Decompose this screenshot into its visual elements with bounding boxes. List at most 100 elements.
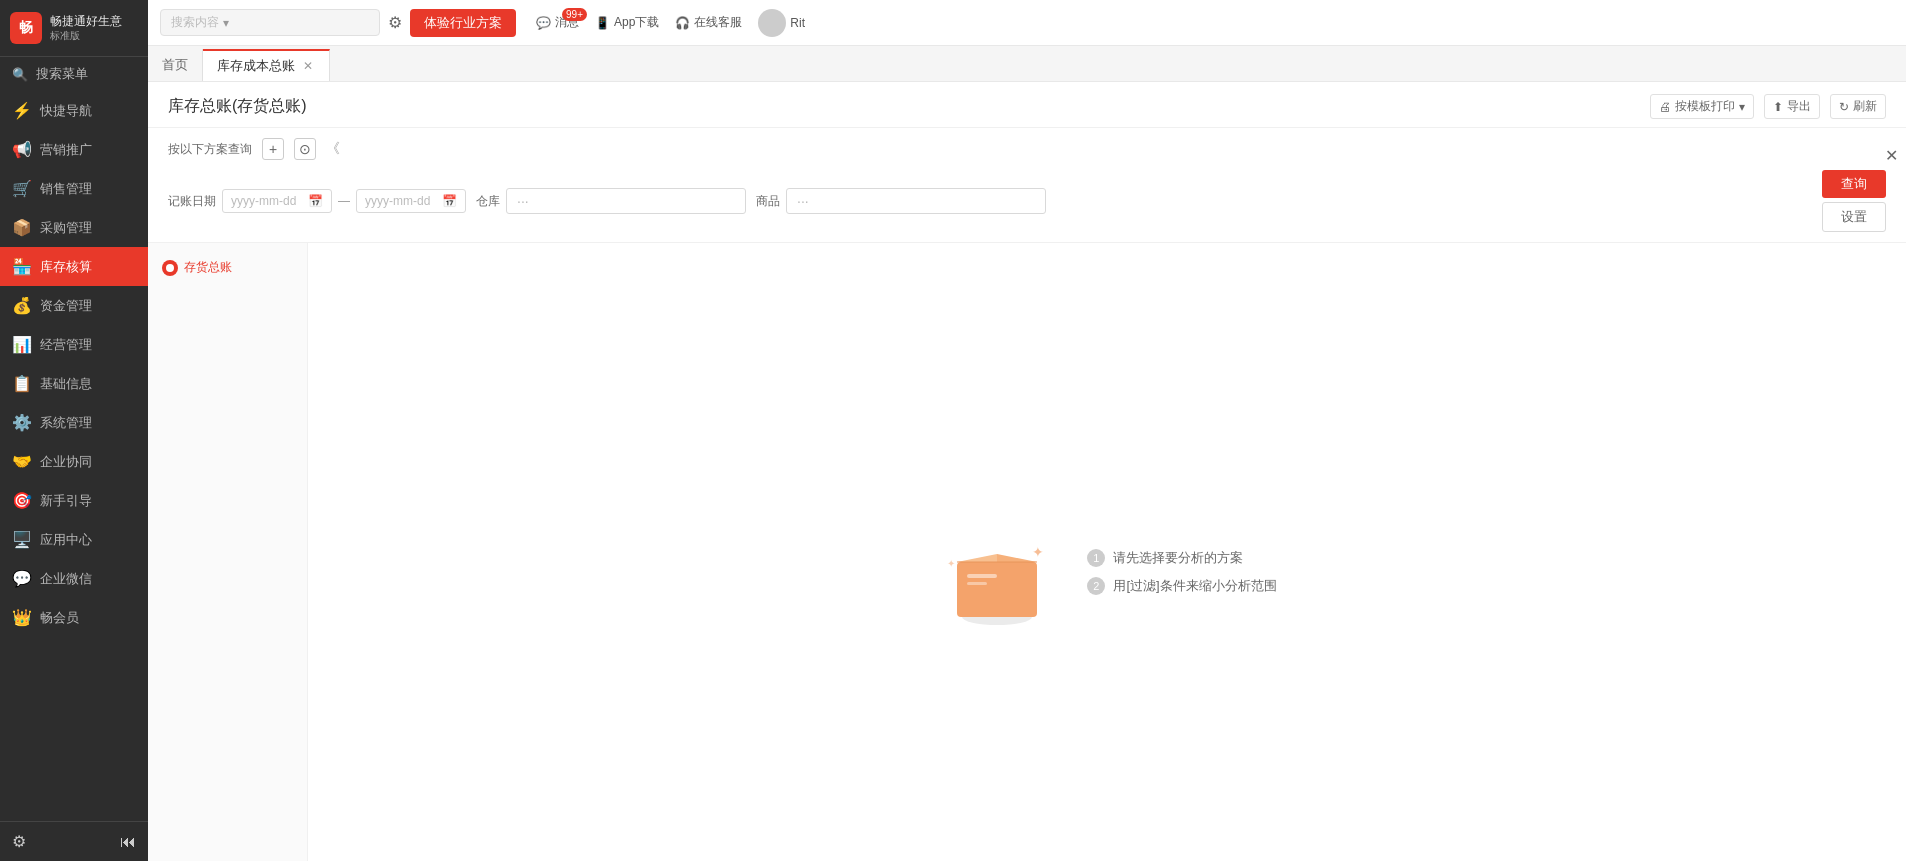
filter-add-button[interactable]: + — [262, 138, 284, 160]
print-icon: 🖨 — [1659, 100, 1671, 114]
goods-field-label: 商品 — [756, 193, 780, 210]
message-badge: 99+ — [562, 8, 587, 21]
sidebar: 畅 畅捷通好生意 标准版 🔍 搜索菜单 ⚡ 快捷导航 📢 营销推广 🛒 销售管理… — [0, 0, 148, 861]
tip-text-1: 请先选择要分析的方案 — [1113, 549, 1243, 567]
filter-collapse-icon[interactable]: 《 — [326, 140, 340, 158]
sidebar-item-purchase[interactable]: 📦 采购管理 — [0, 208, 148, 247]
refresh-icon: ↻ — [1839, 100, 1849, 114]
system-icon: ⚙️ — [12, 413, 32, 432]
sidebar-item-inventory[interactable]: 🏪 库存核算 — [0, 247, 148, 286]
app-download-label: App下载 — [614, 14, 659, 31]
top-settings-icon[interactable]: ⚙ — [388, 13, 402, 32]
sidebar-item-app-center[interactable]: 🖥️ 应用中心 — [0, 520, 148, 559]
marketing-icon: 📢 — [12, 140, 32, 159]
tip-num-2: 2 — [1087, 577, 1105, 595]
scheme-item-label: 存货总账 — [184, 259, 232, 276]
filter-scheme-button[interactable]: ⊙ — [294, 138, 316, 160]
member-icon: 👑 — [12, 608, 32, 627]
top-search-placeholder: 搜索内容 — [171, 14, 219, 31]
empty-tip-2: 2 用[过滤]条件来缩小分析范围 — [1087, 577, 1276, 595]
calendar-to-icon[interactable]: 📅 — [442, 194, 457, 208]
sidebar-item-basic-info[interactable]: 📋 基础信息 — [0, 364, 148, 403]
refresh-button[interactable]: ↻ 刷新 — [1830, 94, 1886, 119]
scheme-item-inventory-ledger[interactable]: 存货总账 — [148, 251, 307, 284]
page-panel: 库存总账(存货总账) 🖨 按模板打印 ▾ ⬆ 导出 ↻ 刷新 — [148, 82, 1906, 861]
scheme-icon — [162, 260, 178, 276]
filter-bar: 按以下方案查询 + ⊙ 《 记账日期 yyyy-mm-dd 📅 — yyyy-m… — [148, 128, 1906, 243]
online-support-label: 在线客服 — [694, 14, 742, 31]
date-from-placeholder: yyyy-mm-dd — [231, 194, 296, 208]
query-button[interactable]: 查询 — [1822, 170, 1886, 198]
page-title: 库存总账(存货总账) — [168, 96, 307, 117]
panel-close-button[interactable]: ✕ — [1877, 138, 1906, 173]
export-label: 导出 — [1787, 98, 1811, 115]
sidebar-item-sales[interactable]: 🛒 销售管理 — [0, 169, 148, 208]
industry-solution-button[interactable]: 体验行业方案 — [410, 9, 516, 37]
app-download-button[interactable]: 📱 App下载 — [595, 14, 659, 31]
tab-inventory-cost-label: 库存成本总账 — [217, 57, 295, 75]
empty-tips: 1 请先选择要分析的方案 2 用[过滤]条件来缩小分析范围 — [1087, 549, 1276, 595]
newcomer-icon: 🎯 — [12, 491, 32, 510]
sidebar-item-label: 企业协同 — [40, 453, 136, 471]
online-support-button[interactable]: 🎧 在线客服 — [675, 14, 742, 31]
warehouse-input[interactable]: ··· — [506, 188, 746, 214]
svg-rect-2 — [957, 562, 1037, 617]
settings-icon[interactable]: ⚙ — [12, 832, 26, 851]
sidebar-item-member[interactable]: 👑 畅会员 — [0, 598, 148, 637]
date-from-input[interactable]: yyyy-mm-dd 📅 — [222, 189, 332, 213]
content-area: 库存总账(存货总账) 🖨 按模板打印 ▾ ⬆ 导出 ↻ 刷新 — [148, 82, 1906, 861]
message-button[interactable]: 💬 消息 99+ — [536, 14, 579, 31]
sidebar-item-label: 库存核算 — [40, 258, 136, 276]
toggle-sidebar-icon[interactable]: ⏮ — [120, 833, 136, 851]
app-name: 畅捷通好生意 — [50, 13, 122, 30]
topbar: 搜索内容 ▾ ⚙ 体验行业方案 💬 消息 99+ 📱 App下载 🎧 在线客服 … — [148, 0, 1906, 46]
calendar-from-icon[interactable]: 📅 — [308, 194, 323, 208]
goods-more-icon: ··· — [797, 193, 809, 209]
top-search-box[interactable]: 搜索内容 ▾ — [160, 9, 380, 36]
sidebar-item-enterprise[interactable]: 🤝 企业协同 — [0, 442, 148, 481]
refresh-label: 刷新 — [1853, 98, 1877, 115]
topbar-right: 💬 消息 99+ 📱 App下载 🎧 在线客服 Rit — [536, 9, 805, 37]
sidebar-item-label: 畅会员 — [40, 609, 136, 627]
message-icon: 💬 — [536, 16, 551, 30]
sidebar-item-operations[interactable]: 📊 经营管理 — [0, 325, 148, 364]
filter-fields-row: 记账日期 yyyy-mm-dd 📅 — yyyy-mm-dd 📅 仓库 — [168, 170, 1886, 232]
finance-icon: 💰 — [12, 296, 32, 315]
date-separator: — — [338, 194, 350, 208]
print-button[interactable]: 🖨 按模板打印 ▾ — [1650, 94, 1754, 119]
sidebar-nav: ⚡ 快捷导航 📢 营销推广 🛒 销售管理 📦 采购管理 🏪 库存核算 💰 资金管… — [0, 91, 148, 821]
inventory-icon: 🏪 — [12, 257, 32, 276]
sidebar-item-newcomer[interactable]: 🎯 新手引导 — [0, 481, 148, 520]
user-avatar-area[interactable]: Rit — [758, 9, 805, 37]
svg-marker-3 — [957, 554, 997, 562]
top-search-dropdown-icon[interactable]: ▾ — [223, 16, 229, 30]
page-header: 库存总账(存货总账) 🖨 按模板打印 ▾ ⬆ 导出 ↻ 刷新 — [148, 82, 1906, 128]
tab-home[interactable]: 首页 — [148, 49, 203, 81]
empty-illustration: ✦ ✦ — [937, 512, 1057, 632]
username-label: Rit — [790, 16, 805, 30]
export-button[interactable]: ⬆ 导出 — [1764, 94, 1820, 119]
tab-close-icon[interactable]: ✕ — [301, 59, 315, 73]
sidebar-item-wechat[interactable]: 💬 企业微信 — [0, 559, 148, 598]
tab-inventory-cost[interactable]: 库存成本总账 ✕ — [203, 49, 330, 81]
empty-tip-1: 1 请先选择要分析的方案 — [1087, 549, 1276, 567]
tabbar: 首页 库存成本总账 ✕ — [148, 46, 1906, 82]
query-btn-group: 查询 设置 — [1822, 170, 1886, 232]
body-area: 存货总账 — [148, 243, 1906, 861]
date-field-label: 记账日期 — [168, 193, 216, 210]
search-menu[interactable]: 🔍 搜索菜单 — [0, 57, 148, 91]
tip-text-2: 用[过滤]条件来缩小分析范围 — [1113, 577, 1276, 595]
settings-button[interactable]: 设置 — [1822, 202, 1886, 232]
avatar — [758, 9, 786, 37]
sidebar-item-finance[interactable]: 💰 资金管理 — [0, 286, 148, 325]
app-logo: 畅 畅捷通好生意 标准版 — [0, 0, 148, 57]
sidebar-item-marketing[interactable]: 📢 营销推广 — [0, 130, 148, 169]
print-dropdown-icon[interactable]: ▾ — [1739, 100, 1745, 114]
main-content: ✦ ✦ 1 请先选择要分析的方案 2 用[ — [308, 243, 1906, 861]
date-to-input[interactable]: yyyy-mm-dd 📅 — [356, 189, 466, 213]
filter-scheme-label: 按以下方案查询 — [168, 141, 252, 158]
goods-input[interactable]: ··· — [786, 188, 1046, 214]
sidebar-item-system[interactable]: ⚙️ 系统管理 — [0, 403, 148, 442]
sidebar-item-quick-nav[interactable]: ⚡ 快捷导航 — [0, 91, 148, 130]
app-download-icon: 📱 — [595, 16, 610, 30]
